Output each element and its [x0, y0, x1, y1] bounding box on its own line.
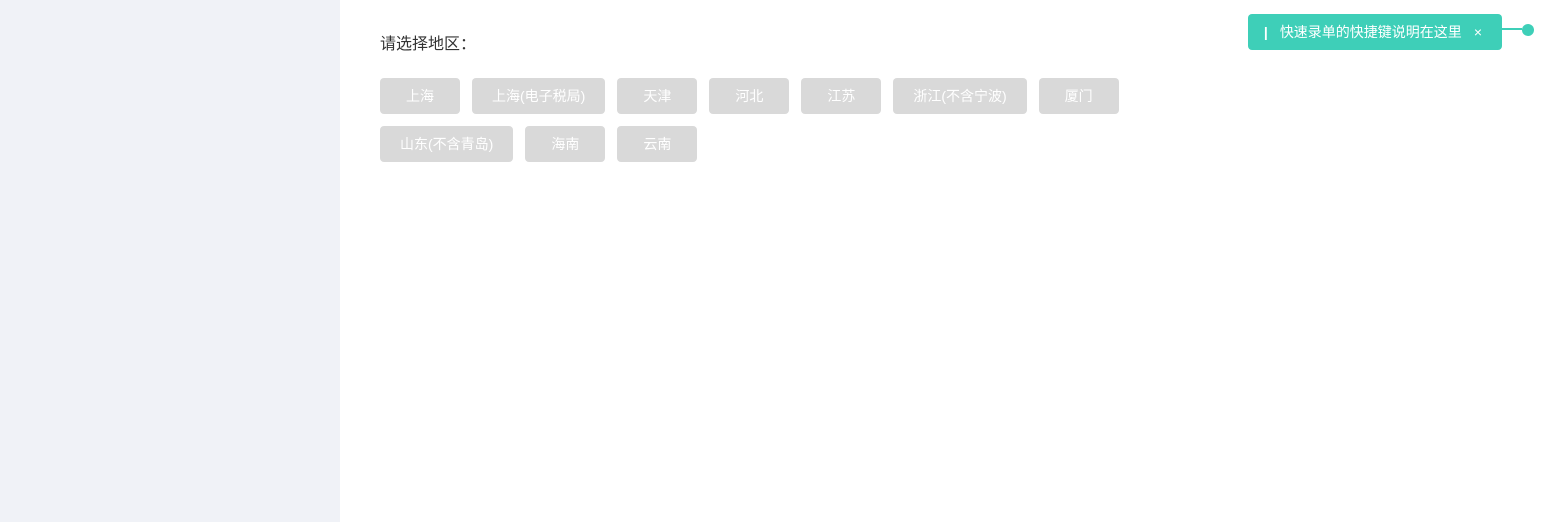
region-btn-shandong[interactable]: 山东(不含青岛) — [380, 126, 513, 162]
page-layout: 快速录单的快捷键说明在这里 × 请选择地区： 上海 上海(电子税局) 天津 河北… — [0, 0, 1562, 522]
region-btn-hebei[interactable]: 河北 — [709, 78, 789, 114]
tooltip-close-button[interactable]: × — [1470, 24, 1486, 40]
region-btn-jiangsu[interactable]: 江苏 — [801, 78, 881, 114]
region-btn-yunnan[interactable]: 云南 — [617, 126, 697, 162]
region-row-2: 山东(不含青岛) 海南 云南 — [380, 126, 1522, 162]
main-content: 快速录单的快捷键说明在这里 × 请选择地区： 上海 上海(电子税局) 天津 河北… — [340, 0, 1562, 522]
region-btn-shanghai-etax[interactable]: 上海(电子税局) — [472, 78, 605, 114]
region-btn-zhejiang[interactable]: 浙江(不含宁波) — [893, 78, 1026, 114]
region-btn-shanghai[interactable]: 上海 — [380, 78, 460, 114]
tooltip-text: 快速录单的快捷键说明在这里 — [1280, 22, 1462, 42]
region-row-1: 上海 上海(电子税局) 天津 河北 江苏 浙江(不含宁波) 厦门 — [380, 78, 1522, 114]
region-btn-tianjin[interactable]: 天津 — [617, 78, 697, 114]
tooltip-connector-dot — [1522, 24, 1534, 36]
region-btn-xiamen[interactable]: 厦门 — [1039, 78, 1119, 114]
tooltip-banner: 快速录单的快捷键说明在这里 × — [1248, 14, 1502, 50]
tooltip-connector-line — [1502, 28, 1522, 30]
sidebar — [0, 0, 340, 522]
region-btn-hainan[interactable]: 海南 — [525, 126, 605, 162]
